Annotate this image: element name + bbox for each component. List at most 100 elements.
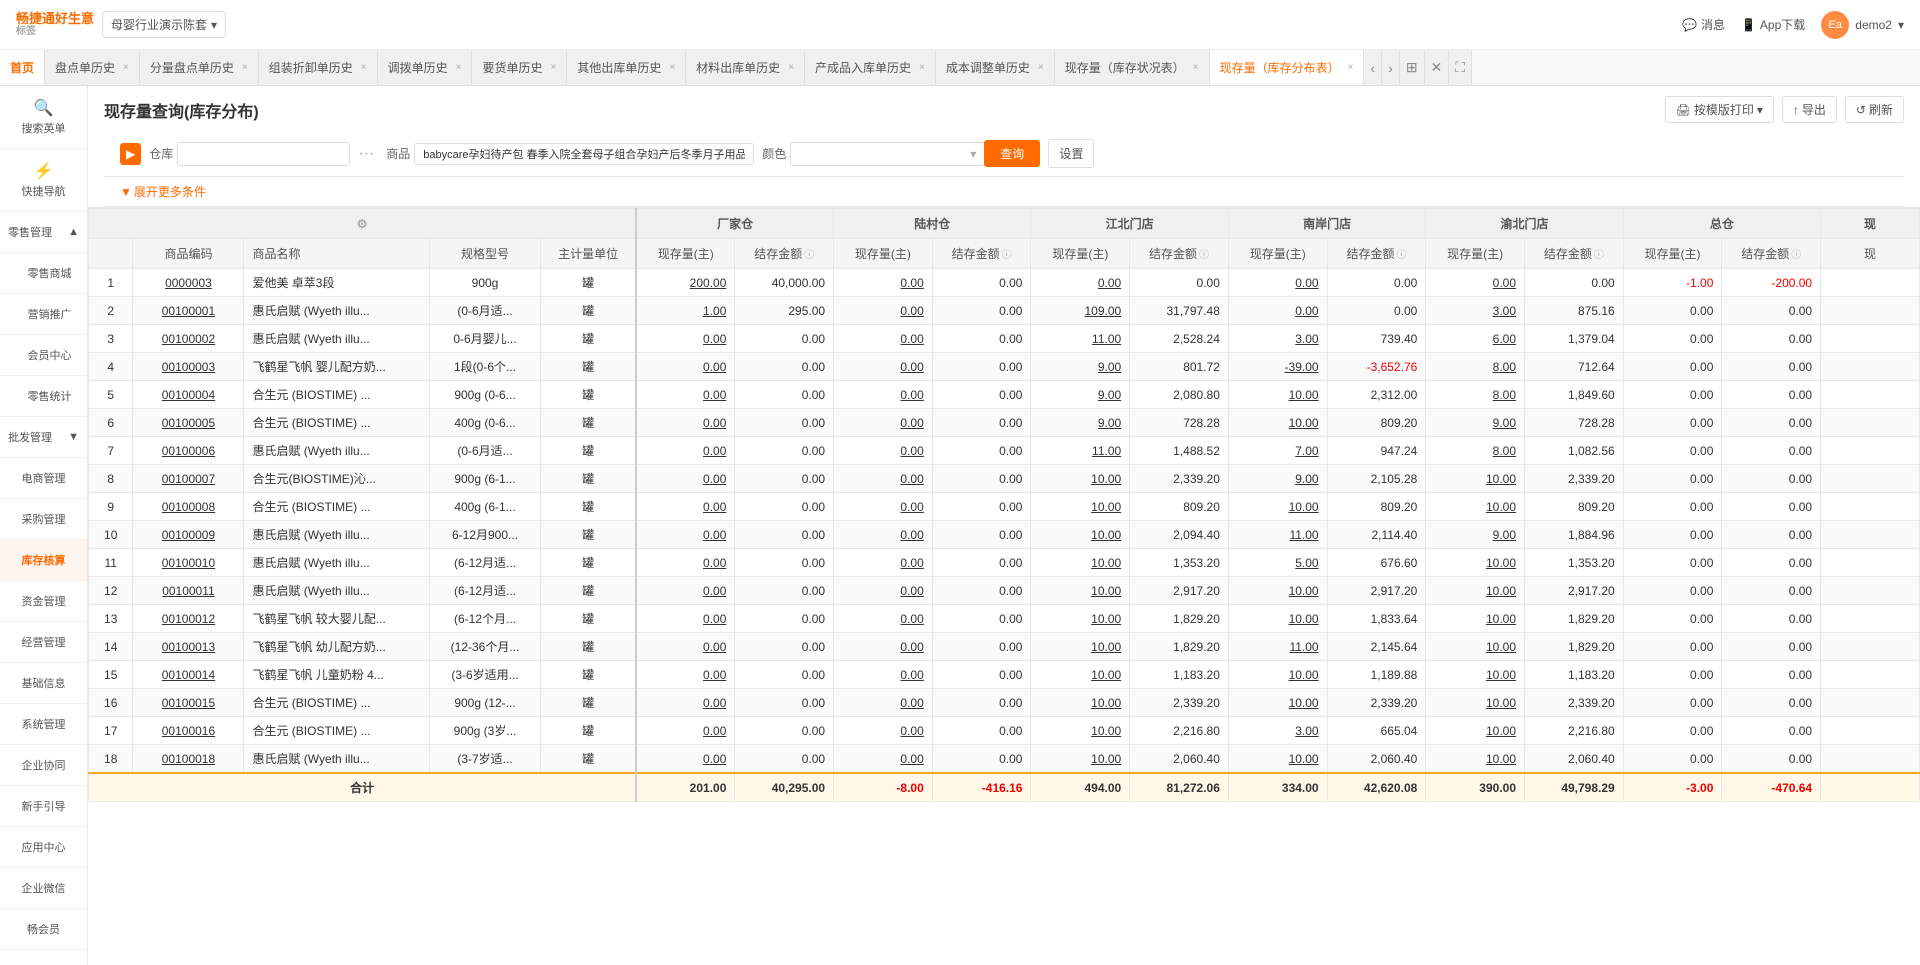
sidebar-item-finance[interactable]: 资金管理 bbox=[0, 581, 87, 622]
cell-yb-amt: 1,082.56 bbox=[1525, 437, 1624, 465]
message-button[interactable]: 💬 消息 bbox=[1682, 16, 1725, 33]
refresh-button[interactable]: ↺ 刷新 bbox=[1845, 96, 1904, 123]
tab-other-out[interactable]: 其他出库单历史 × bbox=[567, 50, 686, 86]
tab-expand[interactable]: ⛶ bbox=[1449, 50, 1472, 86]
tab-close-all[interactable]: ✕ bbox=[1425, 50, 1450, 86]
info-icon[interactable]: ⓘ bbox=[1199, 250, 1209, 261]
close-icon[interactable]: × bbox=[1348, 62, 1354, 73]
close-icon[interactable]: × bbox=[123, 62, 129, 73]
color-input[interactable] bbox=[790, 142, 990, 166]
cell-yb-qty: 10.00 bbox=[1426, 633, 1525, 661]
sidebar-item-ecommerce[interactable]: 电商管理 bbox=[0, 458, 87, 499]
sidebar-item-system[interactable]: 系统管理 bbox=[0, 704, 87, 745]
info-icon[interactable]: ⓘ bbox=[1791, 250, 1801, 261]
sidebar-item-ops[interactable]: 经营管理 bbox=[0, 622, 87, 663]
cell-lc-qty: 0.00 bbox=[834, 689, 933, 717]
tab-combo[interactable]: 组装折卸单历史 × bbox=[259, 50, 378, 86]
close-icon[interactable]: × bbox=[361, 62, 367, 73]
cell-na-amt: 739.40 bbox=[1327, 325, 1426, 353]
cell-code: 00100014 bbox=[133, 661, 244, 689]
sidebar-item-member[interactable]: 会员中心 bbox=[0, 335, 87, 376]
message-icon: 💬 bbox=[1682, 18, 1697, 32]
cell-jb-qty: 10.00 bbox=[1031, 633, 1130, 661]
settings-icon[interactable]: ⚙ bbox=[357, 217, 368, 231]
cell-seq: 8 bbox=[89, 465, 133, 493]
close-icon[interactable]: × bbox=[456, 62, 462, 73]
app-download-button[interactable]: 📱 App下载 bbox=[1741, 16, 1805, 33]
close-icon[interactable]: × bbox=[242, 62, 248, 73]
info-icon[interactable]: ⓘ bbox=[1594, 250, 1604, 261]
sidebar-item-enterprise[interactable]: 企业协同 bbox=[0, 745, 87, 786]
close-icon[interactable]: × bbox=[788, 62, 794, 73]
sidebar-item-vip[interactable]: 畅会员 bbox=[0, 909, 87, 950]
info-icon[interactable]: ⓘ bbox=[1002, 250, 1012, 261]
store-selector[interactable]: 母婴行业演示陈套 ▾ bbox=[102, 11, 226, 38]
cell-name: 惠氏启赋 (Wyeth illu... bbox=[244, 297, 430, 325]
cell-na-qty: 10.00 bbox=[1228, 409, 1327, 437]
export-button[interactable]: ↑ 导出 bbox=[1782, 96, 1837, 123]
tab-material-out[interactable]: 材料出库单历史 × bbox=[686, 50, 805, 86]
info-icon[interactable]: ⓘ bbox=[804, 250, 814, 261]
sidebar-item-basic[interactable]: 基础信息 bbox=[0, 663, 87, 704]
cell-na-amt: 676.60 bbox=[1327, 549, 1426, 577]
close-icon[interactable]: × bbox=[550, 62, 556, 73]
goods-input[interactable] bbox=[414, 143, 754, 165]
cell-total-qty: 0.00 bbox=[1623, 577, 1722, 605]
cell-seq: 4 bbox=[89, 353, 133, 381]
cell-yb-amt: 1,829.20 bbox=[1525, 633, 1624, 661]
cell-spec: 400g (6-1... bbox=[429, 493, 540, 521]
page-actions: 🖨 按模版打印 ▾ ↑ 导出 ↺ 刷新 bbox=[1665, 96, 1904, 123]
setting-button[interactable]: 设置 bbox=[1048, 139, 1094, 168]
print-button[interactable]: 🖨 按模版打印 ▾ bbox=[1665, 96, 1774, 123]
cell-jb-qty: 10.00 bbox=[1031, 465, 1130, 493]
sidebar-item-wholesale[interactable]: 批发管理 ▼ bbox=[0, 417, 87, 458]
tab-nav-right[interactable]: › bbox=[1382, 50, 1400, 86]
table-container[interactable]: ⚙ 厂家仓 陆村仓 江北门店 南岸门店 渝北门店 总仓 现 商品编码 商品名称 bbox=[88, 208, 1920, 965]
sidebar-item-appstore[interactable]: 应用中心 bbox=[0, 827, 87, 868]
th-fc-amt: 结存金额ⓘ bbox=[735, 239, 834, 269]
tab-spot-history[interactable]: 盘点单历史 × bbox=[45, 50, 140, 86]
tab-split-spot[interactable]: 分量盘点单历史 × bbox=[140, 50, 259, 86]
user-menu[interactable]: Ea demo2 ▾ bbox=[1821, 11, 1904, 39]
tab-demand[interactable]: 要货单历史 × bbox=[472, 50, 567, 86]
query-button[interactable]: 查询 bbox=[984, 140, 1040, 167]
tab-adjust[interactable]: 调拨单历史 × bbox=[378, 50, 473, 86]
close-icon[interactable]: × bbox=[1193, 62, 1199, 73]
tab-nav-more[interactable]: ⊞ bbox=[1400, 50, 1425, 86]
tab-stock-status[interactable]: 现存量（库存状况表） × bbox=[1055, 50, 1210, 86]
sidebar-item-search[interactable]: 🔍 搜索英单 bbox=[0, 86, 87, 149]
close-icon[interactable]: × bbox=[669, 62, 675, 73]
sidebar-item-retail-stats[interactable]: 零售统计 bbox=[0, 376, 87, 417]
collapse-arrow-button[interactable]: ▶ bbox=[120, 143, 141, 165]
sidebar: 🔍 搜索英单 ⚡ 快捷导航 零售管理 ▲ 零售商城 营销推广 会员中心 零售统计… bbox=[0, 86, 88, 965]
cell-fc-amt: 295.00 bbox=[735, 297, 834, 325]
warehouse-input[interactable] bbox=[177, 142, 350, 166]
tab-cost-adjust[interactable]: 成本调整单历史 × bbox=[936, 50, 1055, 86]
close-icon[interactable]: × bbox=[919, 62, 925, 73]
cell-total-qty: 0.00 bbox=[1623, 381, 1722, 409]
tab-home[interactable]: 首页 bbox=[0, 50, 45, 86]
table-row: 15 00100014 飞鹤星飞帆 儿童奶粉 4... (3-6岁适用... 罐… bbox=[89, 661, 1920, 689]
sidebar-item-guide[interactable]: 新手引导 bbox=[0, 786, 87, 827]
cell-fc-qty: 0.00 bbox=[636, 381, 735, 409]
cell-lc-qty: 0.00 bbox=[834, 549, 933, 577]
info-icon[interactable]: ⓘ bbox=[1396, 250, 1406, 261]
sidebar-item-quick-nav[interactable]: ⚡ 快捷导航 bbox=[0, 149, 87, 212]
chevron-up-icon: ▲ bbox=[68, 226, 79, 238]
sidebar-item-retail-mall[interactable]: 零售商城 bbox=[0, 253, 87, 294]
warehouse-dots-button[interactable]: ··· bbox=[354, 145, 378, 163]
cell-fc-amt: 0.00 bbox=[735, 437, 834, 465]
cell-lc-amt: 0.00 bbox=[932, 717, 1031, 745]
tab-nav-left[interactable]: ‹ bbox=[1364, 50, 1382, 86]
tab-product-in[interactable]: 产成品入库单历史 × bbox=[805, 50, 936, 86]
sidebar-item-marketing[interactable]: 营销推广 bbox=[0, 294, 87, 335]
table-row: 5 00100004 合生元 (BIOSTIME) ... 900g (0-6.… bbox=[89, 381, 1920, 409]
close-icon[interactable]: × bbox=[1038, 62, 1044, 73]
sidebar-item-weixin[interactable]: 企业微信 bbox=[0, 868, 87, 909]
tab-stock-dist[interactable]: 现存量（库存分布表） × bbox=[1210, 50, 1365, 86]
expand-conditions-button[interactable]: ▼ 展开更多条件 bbox=[120, 183, 1888, 200]
sidebar-item-inventory[interactable]: 库存核算 bbox=[0, 540, 87, 581]
sidebar-item-retail[interactable]: 零售管理 ▲ bbox=[0, 212, 87, 253]
sidebar-item-purchase[interactable]: 采购管理 bbox=[0, 499, 87, 540]
cell-total-amt: 0.00 bbox=[1722, 605, 1821, 633]
